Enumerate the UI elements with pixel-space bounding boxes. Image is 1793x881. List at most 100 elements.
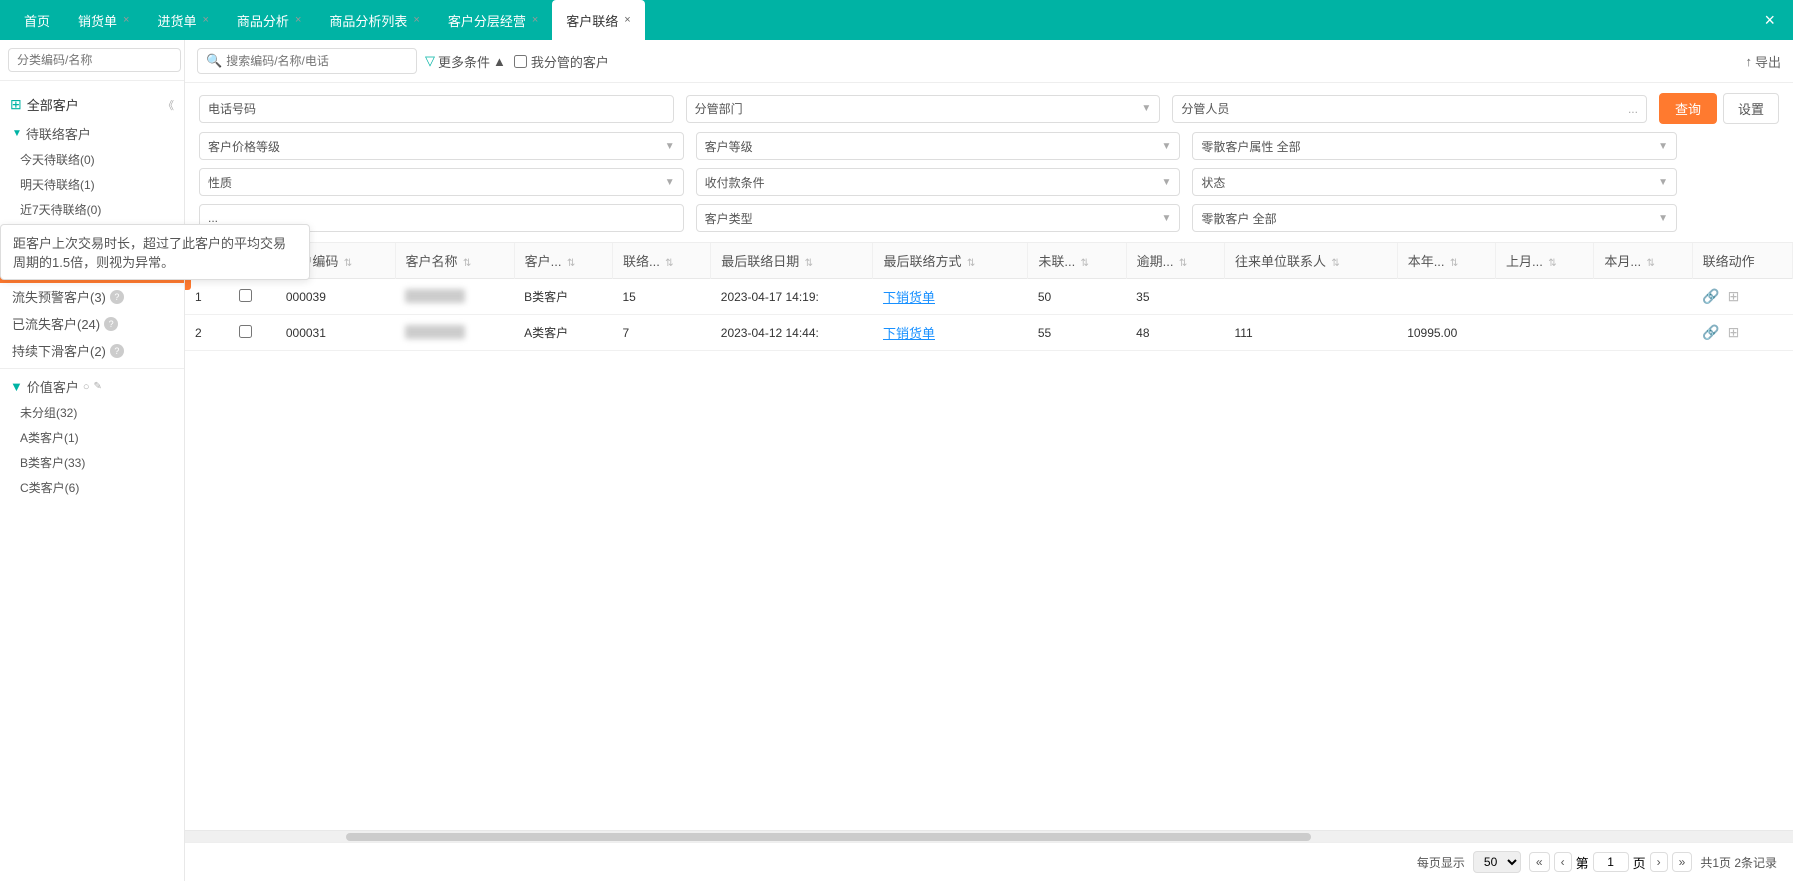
- col-this-year-header[interactable]: 本年... ⇅: [1397, 243, 1495, 279]
- value-group-edit-icon[interactable]: ✎: [94, 381, 102, 392]
- sidebar-churn-warning[interactable]: 流失预警客户(3) ?: [0, 283, 184, 310]
- customer-type-field[interactable]: 客户类型 ▼: [696, 204, 1181, 232]
- more-conditions-btn[interactable]: ▽ 更多条件 ▲: [425, 52, 506, 71]
- row1-contact-method-link[interactable]: 下销货单: [883, 290, 935, 305]
- nav-purchase-order[interactable]: 进货单 ×: [143, 0, 222, 40]
- nav-customer-contact[interactable]: 客户联络 ×: [552, 0, 644, 40]
- nav-product-analysis[interactable]: 商品分析 ×: [223, 0, 315, 40]
- my-customer-checkbox[interactable]: [514, 55, 527, 68]
- table-footer: 每页显示 50 « ‹ 第 页 › » 共1页 2条记录: [185, 842, 1793, 881]
- next-page-button[interactable]: ›: [1650, 852, 1668, 872]
- churn-warning-info-icon[interactable]: ?: [110, 290, 124, 304]
- churned-info-icon[interactable]: ?: [104, 317, 118, 331]
- col-this-month-header[interactable]: 本月... ⇅: [1594, 243, 1692, 279]
- page-input[interactable]: [1593, 852, 1629, 872]
- sidebar-today-pending[interactable]: 今天待联络(0): [0, 147, 184, 172]
- col-name-header[interactable]: 客户名称 ⇅: [395, 243, 514, 279]
- nav-customer-segment[interactable]: 客户分层经营 ×: [434, 0, 552, 40]
- row2-last-month: [1496, 315, 1594, 351]
- col-overdue-header[interactable]: 逾期... ⇅: [1126, 243, 1224, 279]
- payment-condition-field[interactable]: 收付款条件 ▼: [696, 168, 1181, 196]
- value-group-tri-icon: ▼: [10, 379, 23, 394]
- manage-person-dots: ...: [1628, 102, 1638, 116]
- row1-contacts: 15: [612, 279, 710, 315]
- retail-attribute-field[interactable]: 零散客户属性 全部 ▼: [1192, 132, 1677, 160]
- value-group-circle-icon[interactable]: ○: [83, 381, 90, 393]
- row2-seq: 2: [185, 315, 229, 351]
- filter-search-input[interactable]: [226, 54, 408, 68]
- manage-person-field[interactable]: 分管人员 ...: [1172, 95, 1647, 123]
- close-product-analysis-list-icon[interactable]: ×: [413, 14, 419, 26]
- per-page-select[interactable]: 50: [1473, 851, 1521, 873]
- retail-customer-field[interactable]: 零散客户 全部 ▼: [1192, 204, 1677, 232]
- row1-grid-icon[interactable]: ⊞: [1728, 288, 1740, 305]
- first-page-button[interactable]: «: [1529, 852, 1550, 872]
- sidebar-c-class[interactable]: C类客户(6): [0, 475, 184, 500]
- price-level-field[interactable]: 客户价格等级 ▼: [199, 132, 684, 160]
- close-customer-contact-icon[interactable]: ×: [624, 14, 630, 26]
- manage-dept-field[interactable]: 分管部门 ▼: [686, 95, 1161, 123]
- filter-btn-group: 查询 设置: [1659, 93, 1779, 124]
- row1-partner-contact: [1224, 279, 1397, 315]
- sidebar-7day-pending[interactable]: 近7天待联络(0): [0, 197, 184, 222]
- sidebar-a-class[interactable]: A类客户(1): [0, 425, 184, 450]
- row1-select-checkbox[interactable]: [239, 289, 252, 302]
- sidebar-unclassified[interactable]: 未分组(32): [0, 400, 184, 425]
- col-partner-contact-header[interactable]: 往来单位联系人 ⇅: [1224, 243, 1397, 279]
- sidebar-churned[interactable]: 已流失客户(24) ?: [0, 310, 184, 337]
- table-header-row: ⚙ 客户编码 ⇅ 客户名称 ⇅: [185, 243, 1793, 279]
- row1-link-icon[interactable]: 🔗: [1702, 288, 1719, 305]
- phone-field[interactable]: 电话号码: [199, 95, 674, 123]
- close-customer-segment-icon[interactable]: ×: [532, 14, 538, 26]
- col-contacts-header[interactable]: 联络... ⇅: [612, 243, 710, 279]
- nav-product-analysis-list[interactable]: 商品分析列表 ×: [315, 0, 433, 40]
- status-field[interactable]: 状态 ▼: [1192, 168, 1677, 196]
- collapse-icon[interactable]: 《: [163, 97, 174, 113]
- sidebar-all-customers[interactable]: ⊞ 全部客户 《: [0, 89, 184, 120]
- col-last-contact-method-header[interactable]: 最后联络方式 ⇅: [873, 243, 1028, 279]
- row1-action-icons: 🔗 ⊞: [1702, 288, 1782, 305]
- col-uncontact-header[interactable]: 未联... ⇅: [1028, 243, 1126, 279]
- last-page-button[interactable]: »: [1672, 852, 1693, 872]
- customer-level-field[interactable]: 客户等级 ▼: [696, 132, 1181, 160]
- total-label: 共1页 2条记录: [1700, 854, 1777, 871]
- export-button[interactable]: ↑ 导出: [1745, 52, 1781, 71]
- filter-row-2: 客户价格等级 ▼ 客户等级 ▼ 零散客户属性 全部 ▼: [199, 132, 1779, 160]
- nav-sales-order[interactable]: 销货单 ×: [64, 0, 143, 40]
- row2-checkbox[interactable]: [229, 315, 276, 351]
- partner-contact-sort-icon: ⇅: [1331, 258, 1339, 269]
- name-sort-icon: ⇅: [463, 258, 471, 269]
- sidebar-search-area: 🔍: [0, 40, 184, 81]
- row2-link-icon[interactable]: 🔗: [1702, 324, 1719, 341]
- close-purchase-order-icon[interactable]: ×: [202, 14, 208, 26]
- window-close-button[interactable]: ×: [1756, 10, 1783, 31]
- sidebar-b-class[interactable]: B类客户(33): [0, 450, 184, 475]
- nature-field[interactable]: 性质 ▼: [199, 168, 684, 196]
- settings-button[interactable]: 设置: [1723, 93, 1779, 124]
- sidebar-tomorrow-pending[interactable]: 明天待联络(1): [0, 172, 184, 197]
- this-month-sort-icon: ⇅: [1647, 258, 1655, 269]
- horizontal-scrollbar[interactable]: [185, 830, 1793, 842]
- col-type-header[interactable]: 客户... ⇅: [514, 243, 612, 279]
- close-sales-order-icon[interactable]: ×: [123, 14, 129, 26]
- col-last-month-header[interactable]: 上月... ⇅: [1496, 243, 1594, 279]
- close-product-analysis-icon[interactable]: ×: [295, 14, 301, 26]
- col-last-contact-date-header[interactable]: 最后联络日期 ⇅: [711, 243, 873, 279]
- declining-info-icon[interactable]: ?: [110, 344, 124, 358]
- row2-contact-method-link[interactable]: 下销货单: [883, 326, 935, 341]
- my-customer-checkbox-area[interactable]: 我分管的客户: [514, 52, 609, 71]
- query-button[interactable]: 查询: [1659, 93, 1717, 124]
- row2-select-checkbox[interactable]: [239, 325, 252, 338]
- row2-grid-icon[interactable]: ⊞: [1728, 324, 1740, 341]
- prev-page-button[interactable]: ‹: [1554, 852, 1572, 872]
- sidebar-search-input[interactable]: [8, 48, 181, 72]
- row2-action: 🔗 ⊞: [1692, 315, 1792, 351]
- nav-home[interactable]: 首页: [10, 0, 64, 40]
- sidebar-value-group[interactable]: ▼ 价值客户 ○ ✎: [0, 373, 184, 400]
- sidebar-pending-contact-group[interactable]: ▼ 待联络客户: [0, 120, 184, 147]
- row2-contacts: 7: [612, 315, 710, 351]
- sidebar-declining[interactable]: 持续下滑客户(2) ?: [0, 337, 184, 364]
- row1-checkbox[interactable]: [229, 279, 276, 315]
- price-level-arrow-icon: ▼: [665, 141, 675, 152]
- horizontal-scroll-thumb[interactable]: [346, 833, 1311, 841]
